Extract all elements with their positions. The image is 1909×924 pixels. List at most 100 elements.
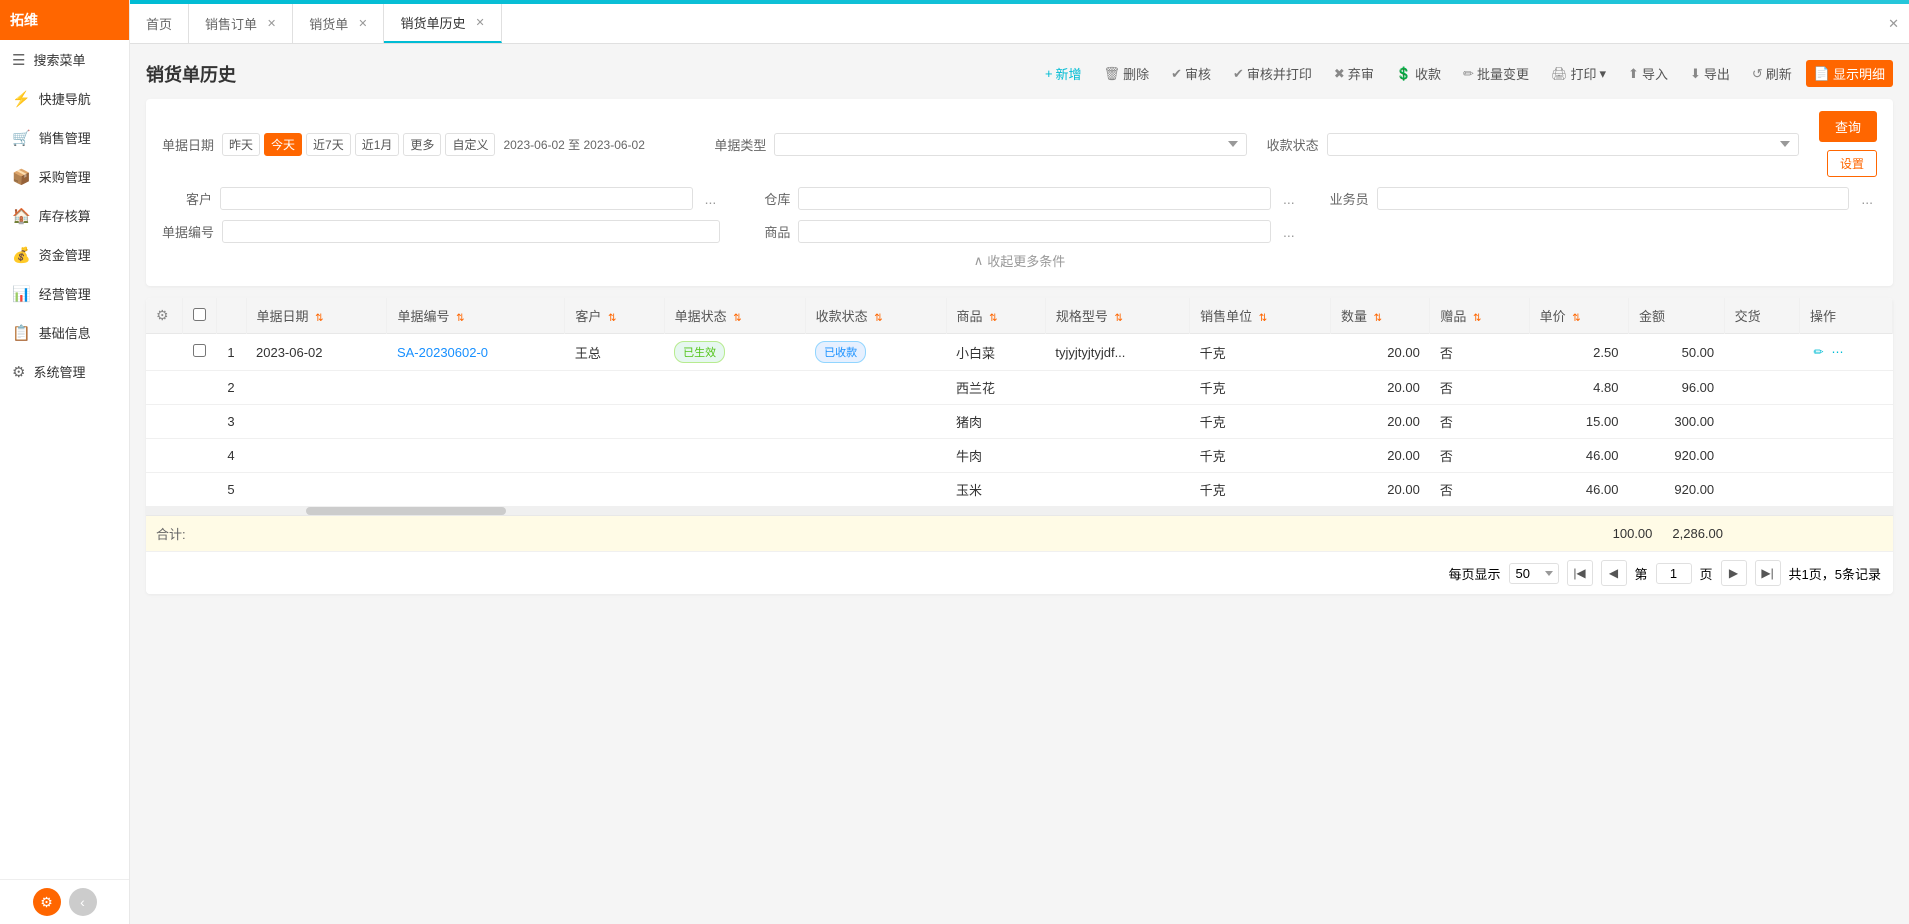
first-page-btn[interactable]: |◀	[1567, 560, 1593, 586]
receipt-button[interactable]: 💲 收款	[1388, 60, 1449, 87]
col-unit[interactable]: 销售单位 ⇅	[1190, 298, 1331, 334]
sidebar-item-sys-mgmt[interactable]: ⚙ 系统管理	[0, 352, 129, 391]
col-checkbox[interactable]	[182, 298, 216, 334]
goods-input[interactable]	[798, 220, 1271, 243]
tab-sales-order[interactable]: 销售订单 ✕	[189, 4, 293, 43]
row-checkbox-cell[interactable]	[182, 405, 216, 439]
tab-home[interactable]: 首页	[130, 4, 189, 43]
row-date-cell	[246, 405, 387, 439]
customer-ellipsis[interactable]: ...	[701, 191, 721, 207]
query-button[interactable]: 查询	[1819, 111, 1877, 142]
page-number-input[interactable]	[1656, 563, 1692, 584]
scrollbar-thumb[interactable]	[306, 507, 506, 515]
sidebar-item-ops-mgmt[interactable]: 📊 经营管理	[0, 274, 129, 313]
select-all-checkbox[interactable]	[193, 308, 206, 321]
print-button[interactable]: 🖨 打印 ▾	[1543, 60, 1614, 87]
col-spec[interactable]: 规格型号 ⇅	[1045, 298, 1189, 334]
horizontal-scrollbar[interactable]	[146, 507, 1893, 515]
sidebar-item-search-menu[interactable]: ☰ 搜索菜单	[0, 40, 129, 79]
sidebar-item-basic-info[interactable]: 📋 基础信息	[0, 313, 129, 352]
sidebar-collapse-btn[interactable]: ‹	[69, 888, 97, 916]
receipt-status-select[interactable]	[1327, 133, 1799, 156]
prev-page-btn[interactable]: ◀	[1601, 560, 1627, 586]
tab-sales-history[interactable]: 销货单历史 ✕	[384, 4, 501, 43]
last-page-btn[interactable]: ▶|	[1755, 560, 1781, 586]
sidebar-item-label: 资金管理	[39, 245, 91, 264]
next-page-btn[interactable]: ▶	[1721, 560, 1747, 586]
row-checkbox-cell[interactable]	[182, 334, 216, 371]
date-btn-today[interactable]: 今天	[264, 133, 302, 156]
col-customer[interactable]: 客户 ⇅	[565, 298, 664, 334]
row-checkbox-cell[interactable]	[182, 439, 216, 473]
filter-settings-button[interactable]: 设置	[1827, 150, 1877, 177]
row-num-cell: 3	[216, 405, 246, 439]
sidebar-item-fund-mgmt[interactable]: 💰 资金管理	[0, 235, 129, 274]
goods-ellipsis[interactable]: ...	[1279, 224, 1299, 240]
page-size-select[interactable]: 50 100	[1509, 563, 1559, 584]
date-btn-more[interactable]: 更多	[403, 133, 441, 156]
row-docno-cell[interactable]	[387, 439, 565, 473]
sidebar-settings-btn[interactable]: ⚙	[33, 888, 61, 916]
goods-label: 商品	[740, 222, 790, 241]
tab-sales-history-close[interactable]: ✕	[476, 16, 485, 29]
delete-icon: 🗑	[1104, 66, 1121, 82]
col-date[interactable]: 单据日期 ⇅	[246, 298, 387, 334]
sidebar-item-purchase-mgmt[interactable]: 📦 采购管理	[0, 157, 129, 196]
col-goods[interactable]: 商品 ⇅	[946, 298, 1045, 334]
salesperson-input[interactable]	[1377, 187, 1850, 210]
show-detail-button[interactable]: 📄 显示明细	[1806, 60, 1893, 87]
row-more-btn[interactable]: ⋯	[1828, 343, 1848, 361]
sidebar-item-quick-nav[interactable]: ⚡ 快捷导航	[0, 79, 129, 118]
row-docno-cell[interactable]	[387, 405, 565, 439]
salesperson-ellipsis[interactable]: ...	[1857, 191, 1877, 207]
sidebar-item-label: 销售管理	[39, 128, 91, 147]
filter-receipt-status-group: 收款状态	[1267, 133, 1799, 156]
filter-collapse-btn[interactable]: ∧ 收起更多条件	[162, 247, 1877, 274]
audit-print-button[interactable]: ✔ 审核并打印	[1225, 60, 1320, 87]
new-button[interactable]: + 新增	[1037, 60, 1090, 87]
row-checkbox-cell[interactable]	[182, 371, 216, 405]
row-docno-cell[interactable]	[387, 371, 565, 405]
filter-row-3: 单据编号 商品 ...	[162, 220, 1877, 243]
sidebar-item-sales-mgmt[interactable]: 🛒 销售管理	[0, 118, 129, 157]
batch-change-button[interactable]: ✏ 批量变更	[1455, 60, 1537, 87]
tab-sales-goods[interactable]: 销货单 ✕	[293, 4, 384, 43]
col-gift[interactable]: 赠品 ⇅	[1430, 298, 1529, 334]
date-btn-7days[interactable]: 近7天	[306, 133, 351, 156]
show-detail-label: 显示明细	[1833, 64, 1885, 83]
table-gear-icon[interactable]: ⚙	[156, 307, 169, 323]
tab-bar-end[interactable]: ✕	[1888, 16, 1909, 32]
export-button[interactable]: ⬇ 导出	[1682, 60, 1738, 87]
col-price[interactable]: 单价 ⇅	[1529, 298, 1628, 334]
import-button[interactable]: ⬆ 导入	[1620, 60, 1676, 87]
tab-sales-order-close[interactable]: ✕	[267, 17, 276, 30]
date-btn-yesterday[interactable]: 昨天	[222, 133, 260, 156]
audit-button[interactable]: ✔ 审核	[1163, 60, 1219, 87]
page-label-suffix: 页	[1700, 564, 1713, 583]
row-checkbox[interactable]	[193, 344, 206, 357]
date-btn-1month[interactable]: 近1月	[355, 133, 400, 156]
col-doc-status[interactable]: 单据状态 ⇅	[664, 298, 805, 334]
warehouse-input[interactable]	[798, 187, 1271, 210]
tab-sales-goods-close[interactable]: ✕	[358, 17, 367, 30]
delete-button[interactable]: 🗑 删除	[1096, 60, 1158, 87]
row-actions-cell: ✏⋯	[1799, 334, 1892, 371]
col-settings[interactable]: ⚙	[146, 298, 182, 334]
warehouse-ellipsis[interactable]: ...	[1279, 191, 1299, 207]
row-docno-cell[interactable]	[387, 473, 565, 507]
row-qty-cell: 20.00	[1331, 439, 1430, 473]
row-edit-btn[interactable]: ✏	[1809, 343, 1827, 361]
docnum-input[interactable]	[222, 220, 720, 243]
col-receipt-status[interactable]: 收款状态 ⇅	[805, 298, 946, 334]
doctype-select[interactable]	[774, 133, 1246, 156]
row-spec-cell: tyjyjtyjtyjdf...	[1045, 334, 1189, 371]
customer-input[interactable]	[220, 187, 693, 210]
refresh-button[interactable]: ↺ 刷新	[1744, 60, 1800, 87]
col-docno[interactable]: 单据编号 ⇅	[387, 298, 565, 334]
date-btn-custom[interactable]: 自定义	[445, 133, 495, 156]
col-qty[interactable]: 数量 ⇅	[1331, 298, 1430, 334]
abandon-button[interactable]: ✖ 弃审	[1326, 60, 1382, 87]
row-checkbox-cell[interactable]	[182, 473, 216, 507]
sidebar-item-inventory[interactable]: 🏠 库存核算	[0, 196, 129, 235]
row-docno-cell[interactable]: SA-20230602-0	[387, 334, 565, 371]
